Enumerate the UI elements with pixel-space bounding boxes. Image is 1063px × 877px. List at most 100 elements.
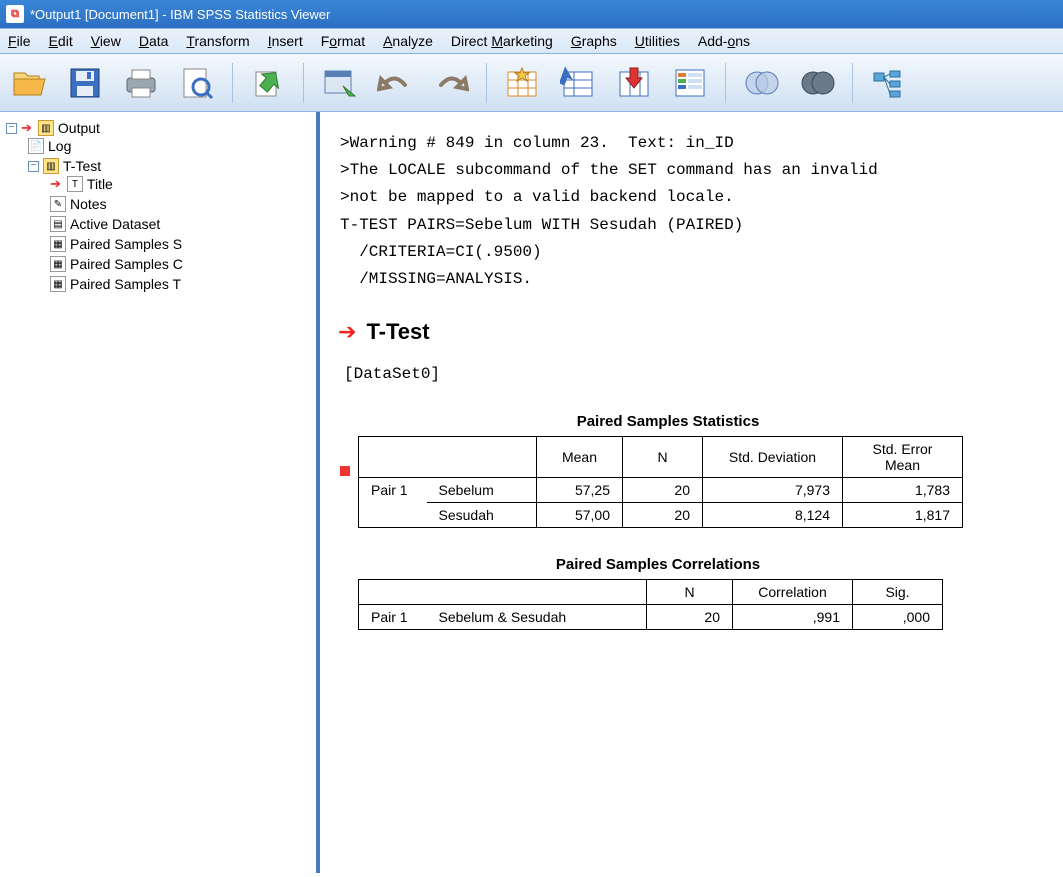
menu-utilities[interactable]: Utilities (635, 33, 680, 49)
outline-root-label: Output (58, 120, 100, 136)
col-std-err: Std. Error Mean (843, 437, 963, 478)
outline-pst-label: Paired Samples T (70, 276, 181, 292)
col-mean: Mean (537, 437, 623, 478)
toolbar (0, 54, 1063, 112)
app-icon: ⧉ (6, 5, 24, 23)
content-pane[interactable]: >Warning # 849 in column 23. Text: in_ID… (320, 112, 1063, 873)
floppy-disk-icon (68, 66, 102, 100)
outline-paired-corr[interactable]: ▦ Paired Samples C (50, 256, 312, 272)
print-preview-button[interactable] (176, 62, 218, 104)
toolbar-separator (725, 63, 726, 103)
outline-pane[interactable]: − ➔ ▥ Output 📄 Log (0, 112, 320, 873)
outline-ttest[interactable]: − ▥ T-Test (28, 158, 312, 174)
menu-file[interactable]: File (8, 33, 31, 49)
export-icon (250, 66, 286, 100)
menu-view[interactable]: View (91, 33, 121, 49)
outline-log[interactable]: 📄 Log (28, 138, 312, 154)
menu-addons[interactable]: Add-ons (698, 33, 750, 49)
menu-transform[interactable]: Transform (186, 33, 249, 49)
grid-star-icon (504, 66, 540, 100)
outline-title-label: Title (87, 176, 113, 192)
syntax-log[interactable]: >Warning # 849 in column 23. Text: in_ID… (340, 130, 1053, 293)
toolbar-separator (486, 63, 487, 103)
variables-button[interactable] (669, 62, 711, 104)
menu-data[interactable]: Data (139, 33, 169, 49)
col-n: N (647, 580, 733, 605)
outline-title[interactable]: ➔ T Title (50, 176, 312, 192)
grid-arrow-icon (560, 66, 596, 100)
menu-format[interactable]: Format (321, 33, 365, 49)
outline-notes-label: Notes (70, 196, 107, 212)
open-button[interactable] (8, 62, 50, 104)
section-header[interactable]: ➔ T-Test (338, 319, 1053, 345)
col-sig: Sig. (853, 580, 943, 605)
goto-data-button[interactable] (501, 62, 543, 104)
outline-active-dataset[interactable]: ▤ Active Dataset (50, 216, 312, 232)
redo-button[interactable] (430, 62, 472, 104)
paired-samples-correlations-table[interactable]: N Correlation Sig. Pair 1 Sebelum & Sesu… (358, 579, 943, 630)
arrow-marker-icon: ➔ (50, 176, 61, 192)
col-std-dev: Std. Deviation (703, 437, 843, 478)
workspace: − ➔ ▥ Output 📄 Log (0, 112, 1063, 873)
collapse-icon[interactable]: − (28, 161, 39, 172)
table-row: Pair 1 Sebelum & Sesudah 20 ,991 ,000 (359, 605, 943, 630)
table-selection-handle[interactable] (340, 466, 350, 476)
menu-graphs[interactable]: Graphs (571, 33, 617, 49)
circles-dark-icon (799, 67, 835, 99)
notes-icon: ✎ (50, 196, 66, 212)
print-button[interactable] (120, 62, 162, 104)
table-row: Pair 1 Sebelum 57,25 20 7,973 1,783 (359, 478, 963, 503)
title-icon: T (67, 176, 83, 192)
outline-paired-test[interactable]: ▦ Paired Samples T (50, 276, 312, 292)
table-row: Sesudah 57,00 20 8,124 1,817 (359, 503, 963, 528)
select-cases-button[interactable] (740, 62, 782, 104)
outline-notes[interactable]: ✎ Notes (50, 196, 312, 212)
outline-paired-stats[interactable]: ▦ Paired Samples S (50, 236, 312, 252)
goto-case-button[interactable] (557, 62, 599, 104)
arrow-marker-icon: ➔ (21, 120, 32, 136)
paired-samples-statistics-table[interactable]: Mean N Std. Deviation Std. Error Mean Pa… (358, 436, 963, 528)
grid-down-arrow-icon (616, 66, 652, 100)
section-book-icon: ▥ (43, 158, 59, 174)
outline-root[interactable]: − ➔ ▥ Output (6, 120, 312, 136)
section-title: T-Test (366, 319, 429, 345)
outline-ttest-label: T-Test (63, 158, 101, 174)
window-title: *Output1 [Document1] - IBM SPSS Statisti… (30, 7, 330, 22)
titlebar: ⧉ *Output1 [Document1] - IBM SPSS Statis… (0, 0, 1063, 28)
active-dataset-label[interactable]: [DataSet0] (344, 365, 1053, 383)
weight-cases-button[interactable] (796, 62, 838, 104)
outline-log-label: Log (48, 138, 71, 154)
variables-list-icon (672, 66, 708, 100)
designate-window-button[interactable] (867, 62, 909, 104)
goto-variable-button[interactable] (613, 62, 655, 104)
redo-icon (433, 71, 469, 95)
col-correlation: Correlation (733, 580, 853, 605)
arrow-marker-icon: ➔ (338, 319, 356, 345)
log-icon: 📄 (28, 138, 44, 154)
output-book-icon: ▥ (38, 120, 54, 136)
toolbar-separator (852, 63, 853, 103)
collapse-icon[interactable]: − (6, 123, 17, 134)
table2-title: Paired Samples Correlations (358, 556, 958, 573)
undo-button[interactable] (374, 62, 416, 104)
folder-open-icon (11, 67, 47, 99)
table-icon: ▦ (50, 236, 66, 252)
tree-icon (870, 67, 906, 99)
dataset-icon: ▤ (50, 216, 66, 232)
export-button[interactable] (247, 62, 289, 104)
table-icon: ▦ (50, 256, 66, 272)
toolbar-separator (232, 63, 233, 103)
menu-edit[interactable]: Edit (49, 33, 73, 49)
save-button[interactable] (64, 62, 106, 104)
col-n: N (623, 437, 703, 478)
menubar: File Edit View Data Transform Insert For… (0, 28, 1063, 54)
outline-active-label: Active Dataset (70, 216, 160, 232)
menu-analyze[interactable]: Analyze (383, 33, 433, 49)
undo-icon (377, 71, 413, 95)
venn-icon (743, 67, 779, 99)
magnifier-page-icon (179, 65, 215, 101)
dialog-recall-button[interactable] (318, 62, 360, 104)
menu-direct-marketing[interactable]: Direct Marketing (451, 33, 553, 49)
toolbar-separator (303, 63, 304, 103)
menu-insert[interactable]: Insert (268, 33, 303, 49)
